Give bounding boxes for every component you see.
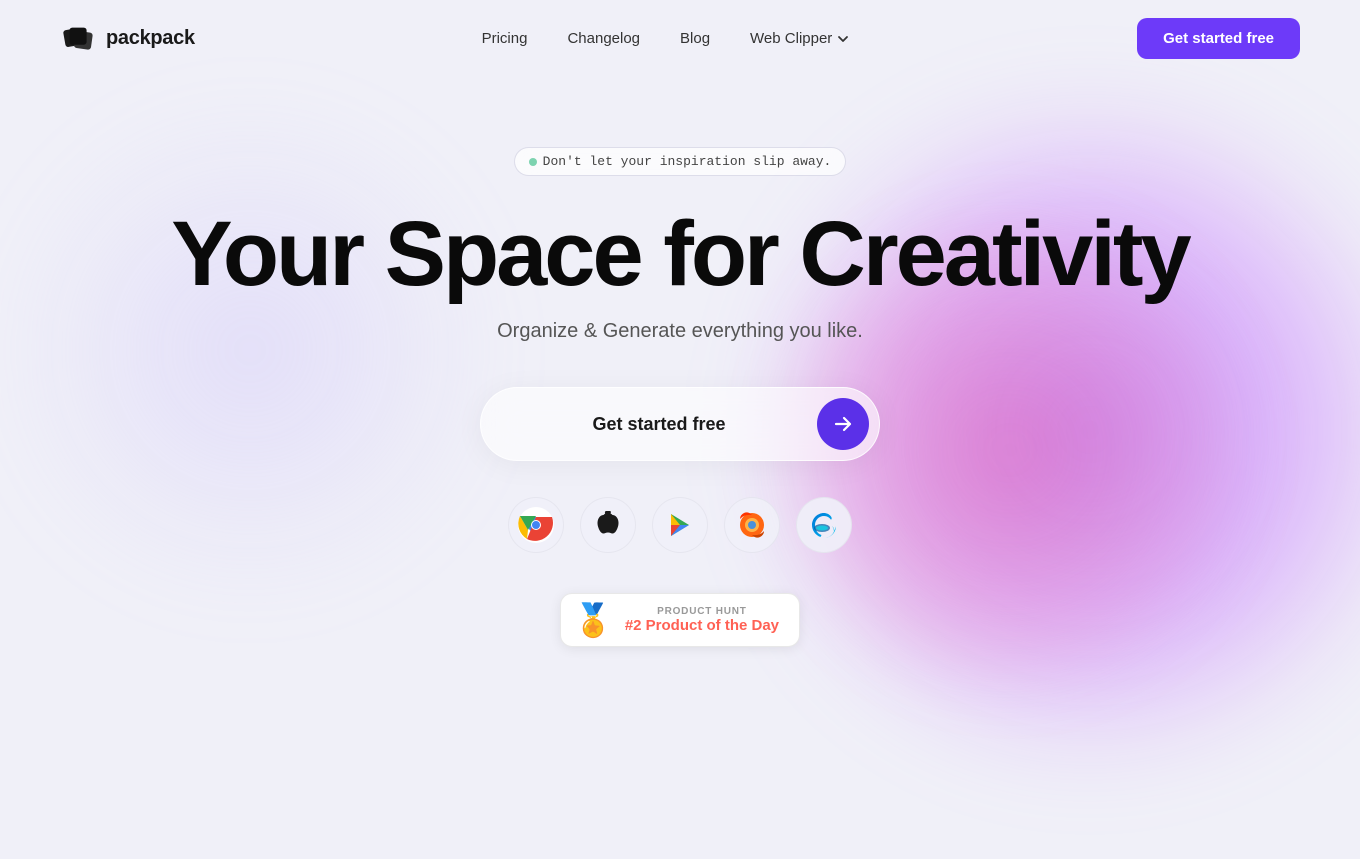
arrow-right-icon — [832, 413, 854, 435]
logo-text: packpack — [106, 27, 195, 50]
nav-links: Pricing Changelog Blog Web Clipper — [482, 30, 851, 47]
badge-text: Don't let your inspiration slip away. — [543, 154, 832, 169]
platform-icons — [508, 497, 852, 553]
google-play-icon-wrap[interactable] — [652, 497, 708, 553]
edge-icon-wrap[interactable] — [796, 497, 852, 553]
nav-web-clipper[interactable]: Web Clipper — [750, 30, 850, 47]
logo[interactable]: packpack — [60, 20, 195, 58]
product-hunt-badge[interactable]: 🏅 PRODUCT HUNT #2 Product of the Day — [560, 593, 800, 647]
chevron-down-icon — [836, 32, 850, 46]
nav-blog[interactable]: Blog — [680, 30, 710, 47]
logo-icon — [60, 20, 98, 58]
ph-text: PRODUCT HUNT #2 Product of the Day — [625, 606, 779, 634]
hero-subtitle: Organize & Generate everything you like. — [497, 320, 863, 343]
chrome-icon-wrap[interactable] — [508, 497, 564, 553]
firefox-icon-wrap[interactable] — [724, 497, 780, 553]
hero-section: Don't let your inspiration slip away. Yo… — [0, 77, 1360, 647]
hero-badge: Don't let your inspiration slip away. — [514, 147, 847, 176]
edge-icon — [808, 509, 840, 541]
nav-cta-button[interactable]: Get started free — [1137, 18, 1300, 59]
ph-medal-icon: 🏅 — [573, 604, 613, 636]
hero-cta-container[interactable]: Get started free — [480, 387, 880, 461]
hero-cta-arrow-button[interactable] — [817, 398, 869, 450]
ph-rank: #2 Product of the Day — [625, 617, 779, 634]
apple-icon — [594, 511, 622, 539]
apple-icon-wrap[interactable] — [580, 497, 636, 553]
hero-title: Your Space for Creativity — [171, 208, 1188, 300]
ph-label: PRODUCT HUNT — [625, 606, 779, 617]
navbar: packpack Pricing Changelog Blog Web Clip… — [0, 0, 1360, 77]
firefox-icon — [736, 509, 768, 541]
hero-cta-label: Get started free — [521, 414, 797, 435]
google-play-icon — [666, 511, 694, 539]
badge-dot — [529, 158, 537, 166]
nav-changelog[interactable]: Changelog — [567, 30, 640, 47]
chrome-icon — [518, 507, 554, 543]
nav-pricing[interactable]: Pricing — [482, 30, 528, 47]
